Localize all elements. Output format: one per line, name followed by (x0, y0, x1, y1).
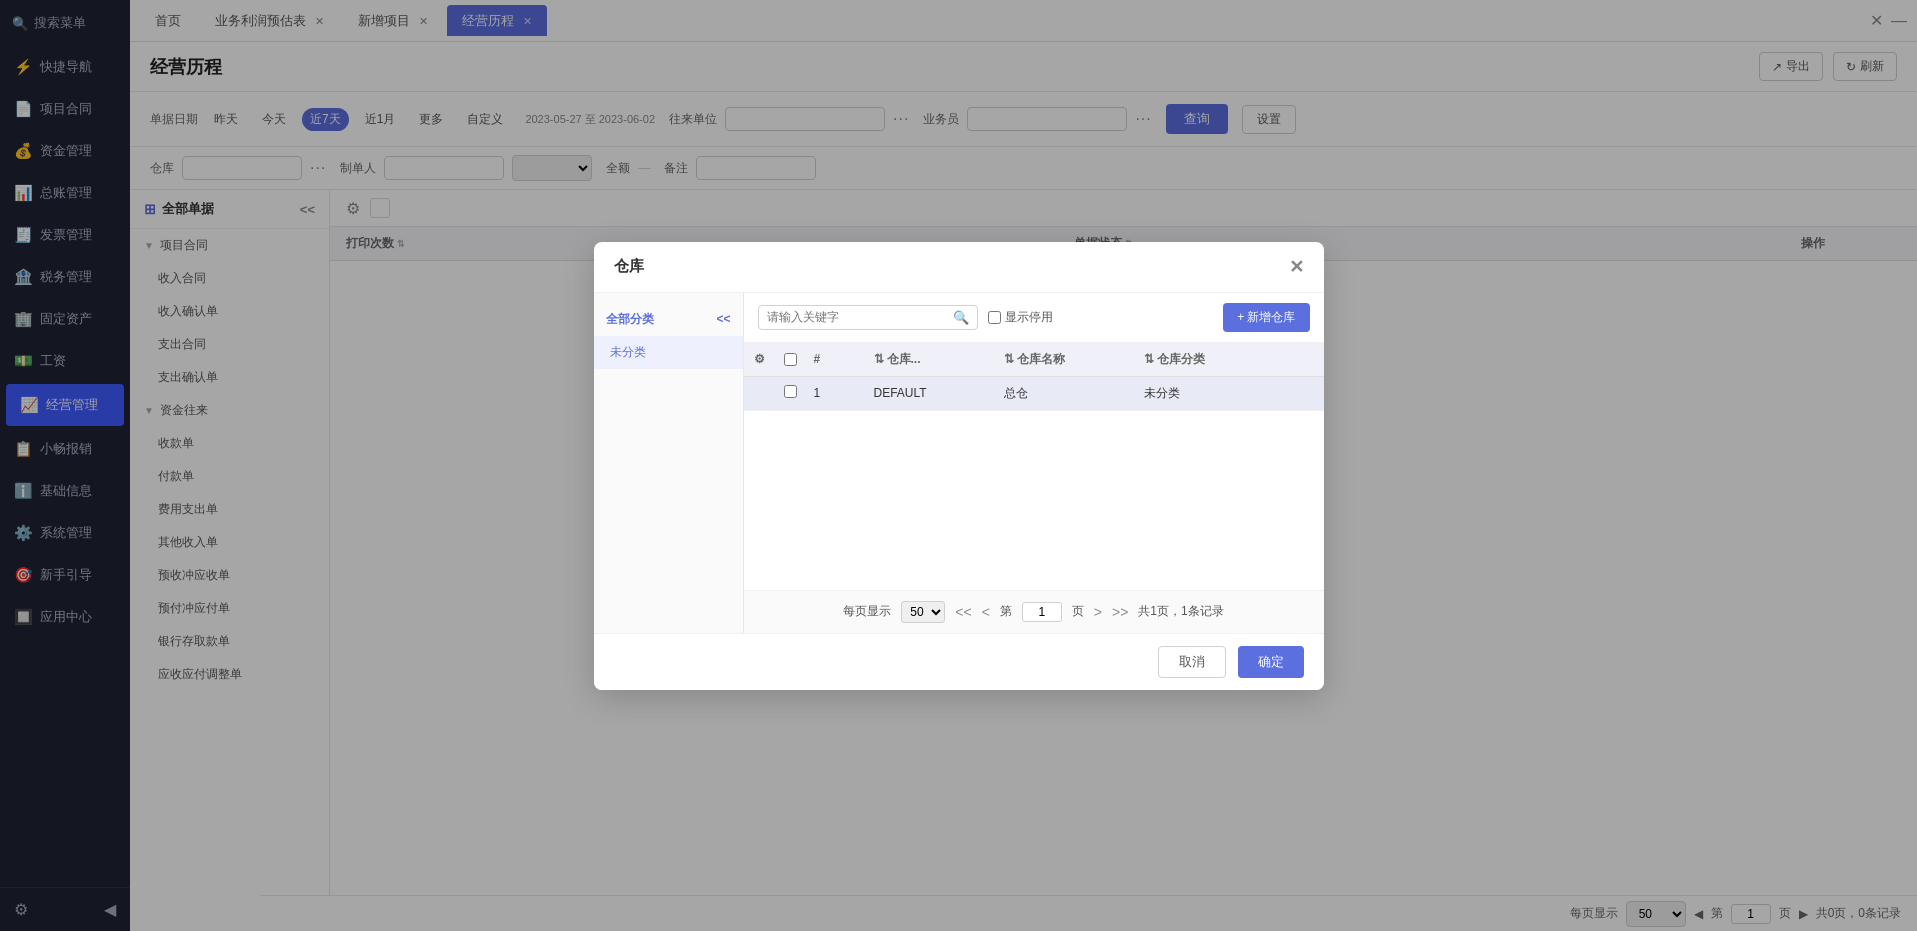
th-warehouse-category: ⇅ 仓库分类 (1144, 351, 1314, 368)
modal-search-icon: 🔍 (953, 310, 969, 325)
row-checkbox[interactable] (784, 385, 814, 401)
row-warehouse-category: 未分类 (1144, 385, 1314, 402)
modal-sidebar-header: 全部分类 << (594, 303, 743, 336)
next-page-btn[interactable]: > (1094, 604, 1102, 620)
all-category-label[interactable]: 全部分类 (606, 311, 654, 328)
page-suffix: 页 (1072, 603, 1084, 620)
show-disabled-label: 显示停用 (988, 309, 1053, 326)
col-label: 仓库... (887, 351, 921, 368)
modal-toolbar: 🔍 显示停用 + 新增仓库 (744, 293, 1324, 343)
sort-icon: ⇅ (1144, 352, 1154, 366)
th-row-number: # (814, 352, 874, 366)
warehouse-modal: 仓库 ✕ 全部分类 << 未分类 🔍 (594, 242, 1324, 690)
modal-table: ⚙ # ⇅ 仓库... ⇅ 仓库名称 (744, 343, 1324, 590)
modal-body: 全部分类 << 未分类 🔍 显示停用 (594, 293, 1324, 633)
sort-icon: ⇅ (1004, 352, 1014, 366)
modal-main: 🔍 显示停用 + 新增仓库 ⚙ (744, 293, 1324, 633)
th-warehouse-id: ⇅ 仓库... (874, 351, 1004, 368)
modal-category-uncategorized[interactable]: 未分类 (594, 336, 743, 369)
modal-select-all-checkbox[interactable] (784, 353, 797, 366)
row-warehouse-name: 总仓 (1004, 385, 1144, 402)
modal-table-header: ⚙ # ⇅ 仓库... ⇅ 仓库名称 (744, 343, 1324, 377)
modal-close-button[interactable]: ✕ (1289, 256, 1304, 278)
col-label: 仓库分类 (1157, 351, 1205, 368)
col-label: 仓库名称 (1017, 351, 1065, 368)
sort-icon: ⇅ (874, 352, 884, 366)
modal-overlay: 仓库 ✕ 全部分类 << 未分类 🔍 (0, 0, 1917, 931)
first-page-btn[interactable]: << (955, 604, 971, 620)
show-disabled-checkbox[interactable] (988, 311, 1001, 324)
modal-search-input[interactable] (767, 310, 947, 324)
uncategorized-label: 未分类 (610, 345, 646, 359)
th-warehouse-name: ⇅ 仓库名称 (1004, 351, 1144, 368)
row-num: 1 (814, 386, 874, 400)
cancel-button[interactable]: 取消 (1158, 646, 1226, 678)
add-warehouse-button[interactable]: + 新增仓库 (1223, 303, 1309, 332)
config-col-icon[interactable]: ⚙ (754, 352, 765, 366)
add-btn-label: + 新增仓库 (1237, 309, 1295, 326)
prev-page-btn[interactable]: < (982, 604, 990, 620)
modal-sidebar: 全部分类 << 未分类 (594, 293, 744, 633)
row-warehouse-id: DEFAULT (874, 386, 1004, 400)
modal-pagination: 每页显示 50 << < 第 页 > >> 共1页，1条记录 (744, 590, 1324, 633)
modal-per-page-select[interactable]: 50 (901, 601, 945, 623)
per-page-label: 每页显示 (843, 603, 891, 620)
th-checkbox (784, 353, 814, 366)
total-records-label: 共1页，1条记录 (1138, 603, 1223, 620)
confirm-button[interactable]: 确定 (1238, 646, 1304, 678)
th-config: ⚙ (754, 352, 784, 366)
modal-page-input[interactable] (1022, 602, 1062, 622)
show-disabled-text: 显示停用 (1005, 309, 1053, 326)
modal-search-box[interactable]: 🔍 (758, 305, 978, 330)
row-select-checkbox[interactable] (784, 385, 797, 398)
sidebar-collapse-icon[interactable]: << (716, 312, 730, 326)
modal-actions: 取消 确定 (594, 633, 1324, 690)
last-page-btn[interactable]: >> (1112, 604, 1128, 620)
modal-header: 仓库 ✕ (594, 242, 1324, 293)
page-label: 第 (1000, 603, 1012, 620)
modal-title: 仓库 (614, 257, 644, 276)
table-row[interactable]: 1 DEFAULT 总仓 未分类 (744, 377, 1324, 411)
